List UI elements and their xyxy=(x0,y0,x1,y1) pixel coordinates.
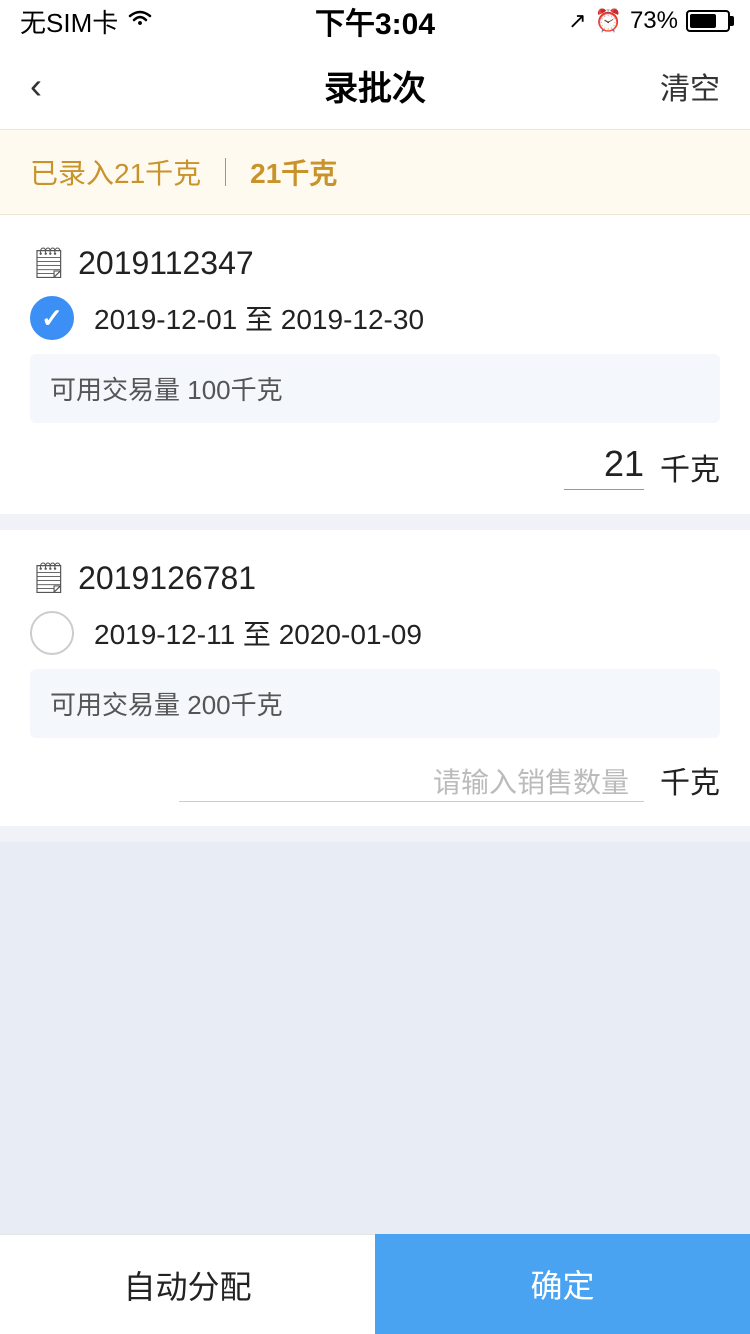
batch-doc-icon-1: 🗒 xyxy=(30,246,68,281)
quantity-row-1: 21 千克 xyxy=(0,423,750,514)
batch-radio-2[interactable] xyxy=(30,611,74,655)
separator-1 xyxy=(0,514,750,530)
nav-bar: ‹ 录批次 清空 xyxy=(0,42,750,130)
alarm-icon: ⏰ xyxy=(595,8,622,34)
quantity-input-2[interactable] xyxy=(179,759,644,802)
battery-percent: 73% xyxy=(630,7,678,35)
batch-date-1: 2019-12-01 至 2019-12-30 xyxy=(94,298,424,338)
auto-distribute-button[interactable]: 自动分配 xyxy=(0,1234,375,1334)
empty-area xyxy=(0,842,750,1242)
batch-avail-text-1: 可用交易量 100千克 xyxy=(50,375,283,405)
bottom-bar: 自动分配 确定 xyxy=(0,1234,750,1334)
status-carrier: 无SIM卡 xyxy=(20,3,154,40)
batch-avail-row-1: 可用交易量 100千克 xyxy=(30,354,720,423)
page-title: 录批次 xyxy=(324,61,426,110)
batch-header-2: 🗒 2019126781 xyxy=(0,530,750,597)
batch-radio-1[interactable] xyxy=(30,296,74,340)
batch-avail-text-2: 可用交易量 200千克 xyxy=(50,690,283,720)
batch-doc-icon-2: 🗒 xyxy=(30,561,68,596)
quantity-unit-2: 千克 xyxy=(660,758,720,802)
batch-date-row-1[interactable]: 2019-12-01 至 2019-12-30 xyxy=(0,282,750,340)
separator-2 xyxy=(0,826,750,842)
batch-card-1: 🗒 2019112347 2019-12-01 至 2019-12-30 可用交… xyxy=(0,215,750,514)
confirm-button[interactable]: 确定 xyxy=(375,1234,750,1334)
quantity-value-1: 21 xyxy=(564,443,644,490)
batch-header-1: 🗒 2019112347 xyxy=(0,215,750,282)
battery-icon xyxy=(686,10,730,32)
summary-label: 已录入21千克 xyxy=(30,152,201,192)
quantity-row-2[interactable]: 千克 xyxy=(0,738,750,826)
summary-divider xyxy=(225,158,226,186)
status-bar: 无SIM卡 下午3:04 ↗ ⏰ 73% xyxy=(0,0,750,42)
summary-value: 21千克 xyxy=(250,152,337,192)
carrier-text: 无SIM卡 xyxy=(20,3,118,40)
quantity-unit-1: 千克 xyxy=(660,445,720,489)
wifi-icon xyxy=(126,6,154,37)
status-time: 下午3:04 xyxy=(315,0,435,43)
batch-id-2: 2019126781 xyxy=(78,560,256,597)
back-button[interactable]: ‹ xyxy=(30,68,42,104)
batch-avail-row-2: 可用交易量 200千克 xyxy=(30,669,720,738)
batch-date-2: 2019-12-11 至 2020-01-09 xyxy=(94,613,422,653)
summary-banner: 已录入21千克 21千克 xyxy=(0,130,750,215)
batch-date-row-2[interactable]: 2019-12-11 至 2020-01-09 xyxy=(0,597,750,655)
status-indicators: ↗ ⏰ 73% xyxy=(568,7,730,35)
location-icon: ↗ xyxy=(568,8,586,34)
batch-id-1: 2019112347 xyxy=(78,245,254,282)
clear-button[interactable]: 清空 xyxy=(660,64,720,108)
batch-card-2: 🗒 2019126781 2019-12-11 至 2020-01-09 可用交… xyxy=(0,530,750,826)
